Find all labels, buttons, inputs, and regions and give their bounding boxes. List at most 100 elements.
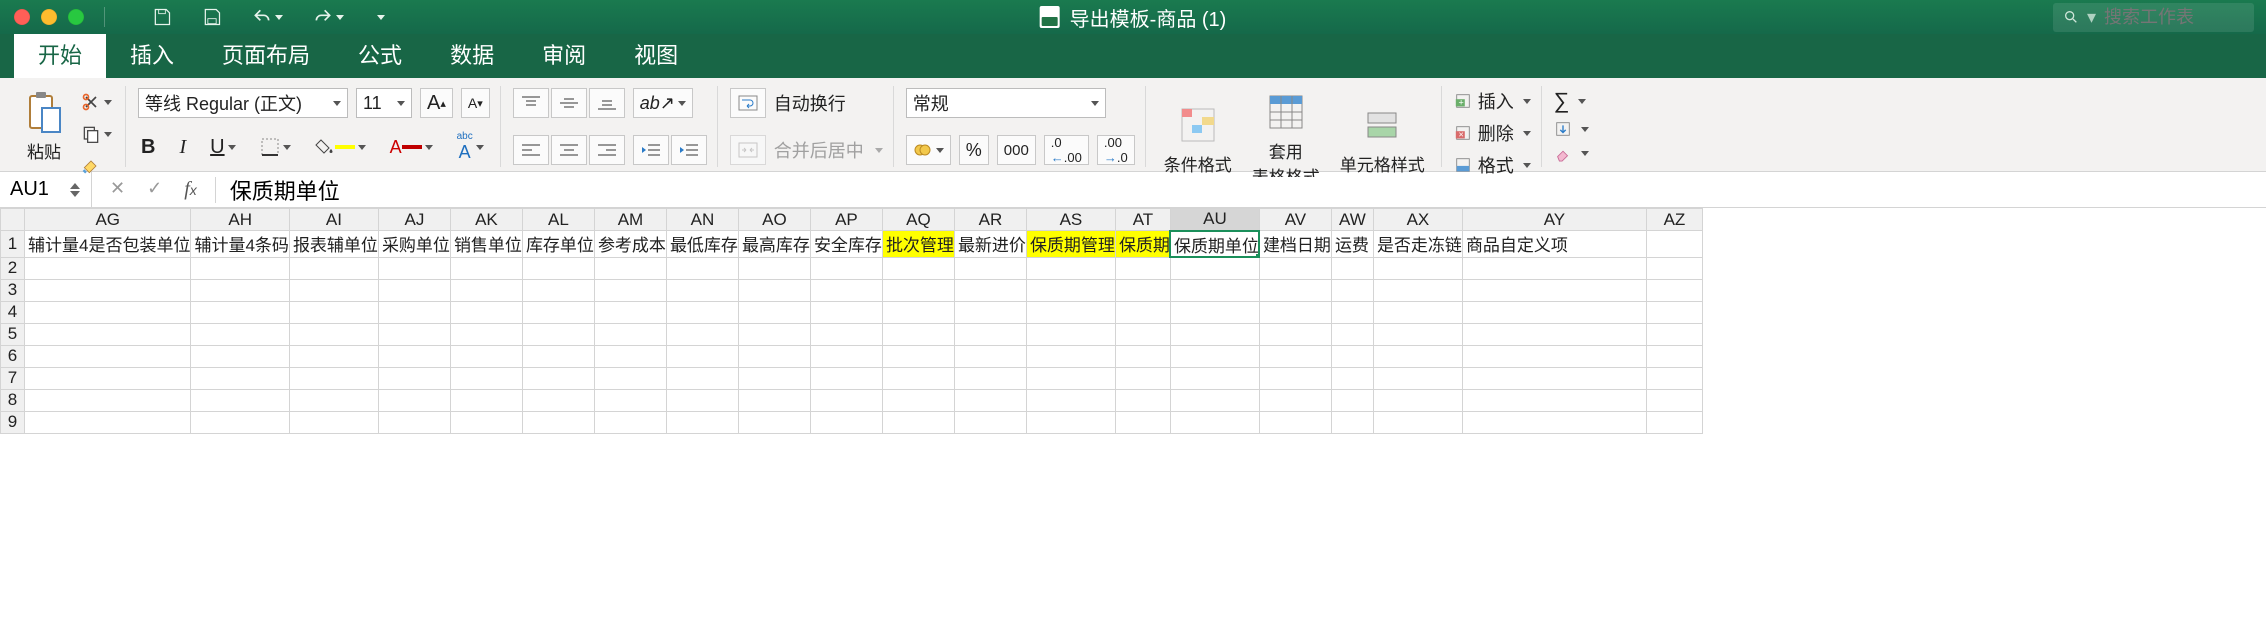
align-middle-button[interactable]	[551, 88, 587, 118]
font-name-combo[interactable]: 等线 Regular (正文)	[138, 88, 348, 118]
decrease-decimal-button[interactable]: .00→.0	[1097, 135, 1135, 165]
cell-AU6[interactable]	[1170, 345, 1259, 367]
spreadsheet-grid[interactable]: AGAHAIAJAKALAMANAOAPAQARASATAUAVAWAXAYAZ…	[0, 208, 2266, 434]
cell-AM6[interactable]	[594, 345, 666, 367]
customize-qat-button[interactable]	[371, 13, 388, 22]
cell-AK8[interactable]	[450, 389, 522, 411]
cell-AQ8[interactable]	[882, 389, 954, 411]
save-button[interactable]	[199, 5, 225, 29]
row-header-3[interactable]: 3	[1, 279, 25, 301]
col-header-AH[interactable]: AH	[191, 209, 289, 231]
col-header-AT[interactable]: AT	[1115, 209, 1170, 231]
cell-AP9[interactable]	[810, 411, 882, 433]
cell-AT4[interactable]	[1115, 301, 1170, 323]
cell-AJ3[interactable]	[378, 279, 450, 301]
cell-AO4[interactable]	[738, 301, 810, 323]
cell-AH2[interactable]	[191, 257, 289, 279]
cell-AY2[interactable]	[1462, 257, 1646, 279]
cell-AJ9[interactable]	[378, 411, 450, 433]
paste-button[interactable]: 粘贴	[18, 88, 70, 165]
cell-AN1[interactable]: 最低库存	[666, 231, 738, 258]
cell-AO8[interactable]	[738, 389, 810, 411]
cell-AW9[interactable]	[1331, 411, 1373, 433]
cell-AO9[interactable]	[738, 411, 810, 433]
tab-插入[interactable]: 插入	[106, 30, 198, 78]
cell-AL6[interactable]	[522, 345, 594, 367]
cell-AP6[interactable]	[810, 345, 882, 367]
cell-AS8[interactable]	[1026, 389, 1115, 411]
cell-AG5[interactable]	[25, 323, 191, 345]
cell-AI2[interactable]	[289, 257, 378, 279]
cell-AW5[interactable]	[1331, 323, 1373, 345]
cell-AS9[interactable]	[1026, 411, 1115, 433]
tab-审阅[interactable]: 审阅	[518, 30, 610, 78]
italic-button[interactable]: I	[176, 134, 189, 161]
cell-AT3[interactable]	[1115, 279, 1170, 301]
decrease-font-button[interactable]: A▾	[461, 88, 490, 118]
insert-function-button[interactable]: fx	[184, 178, 197, 201]
close-window-button[interactable]	[14, 9, 30, 25]
cell-AU2[interactable]	[1170, 257, 1259, 279]
cell-AP4[interactable]	[810, 301, 882, 323]
cell-AL1[interactable]: 库存单位	[522, 231, 594, 258]
cell-AM5[interactable]	[594, 323, 666, 345]
cell-AV8[interactable]	[1259, 389, 1331, 411]
cell-reference-input[interactable]	[0, 178, 70, 201]
cell-AZ4[interactable]	[1646, 301, 1702, 323]
cell-AU3[interactable]	[1170, 279, 1259, 301]
cell-AM7[interactable]	[594, 367, 666, 389]
cell-AR8[interactable]	[954, 389, 1026, 411]
col-header-AG[interactable]: AG	[25, 209, 191, 231]
cell-AV1[interactable]: 建档日期	[1259, 231, 1331, 258]
cell-AO7[interactable]	[738, 367, 810, 389]
cell-AQ1[interactable]: 批次管理	[882, 231, 954, 258]
cell-AN9[interactable]	[666, 411, 738, 433]
cell-AT9[interactable]	[1115, 411, 1170, 433]
row-header-9[interactable]: 9	[1, 411, 25, 433]
cell-AV2[interactable]	[1259, 257, 1331, 279]
cell-AW4[interactable]	[1331, 301, 1373, 323]
cell-AI5[interactable]	[289, 323, 378, 345]
cell-AO1[interactable]: 最高库存	[738, 231, 810, 258]
cell-AR1[interactable]: 最新进价	[954, 231, 1026, 258]
cell-AY1[interactable]: 商品自定义项	[1462, 231, 1646, 258]
col-header-AI[interactable]: AI	[289, 209, 378, 231]
cell-AR4[interactable]	[954, 301, 1026, 323]
col-header-AO[interactable]: AO	[738, 209, 810, 231]
cell-AV7[interactable]	[1259, 367, 1331, 389]
cell-AO6[interactable]	[738, 345, 810, 367]
tab-数据[interactable]: 数据	[426, 30, 518, 78]
cell-AM2[interactable]	[594, 257, 666, 279]
cell-AP2[interactable]	[810, 257, 882, 279]
cell-AU4[interactable]	[1170, 301, 1259, 323]
cell-AH6[interactable]	[191, 345, 289, 367]
cell-AZ8[interactable]	[1646, 389, 1702, 411]
cell-AJ8[interactable]	[378, 389, 450, 411]
cell-AM9[interactable]	[594, 411, 666, 433]
cell-AT6[interactable]	[1115, 345, 1170, 367]
cell-AP7[interactable]	[810, 367, 882, 389]
cut-button[interactable]	[78, 90, 115, 114]
cell-AP8[interactable]	[810, 389, 882, 411]
cell-AY7[interactable]	[1462, 367, 1646, 389]
merge-center-button[interactable]	[730, 135, 766, 165]
cell-AV6[interactable]	[1259, 345, 1331, 367]
col-header-AP[interactable]: AP	[810, 209, 882, 231]
cell-AK7[interactable]	[450, 367, 522, 389]
insert-cells-button[interactable]: +插入	[1454, 88, 1531, 114]
row-header-5[interactable]: 5	[1, 323, 25, 345]
cell-AK9[interactable]	[450, 411, 522, 433]
redo-button[interactable]	[310, 5, 347, 29]
cell-AL3[interactable]	[522, 279, 594, 301]
align-left-button[interactable]	[513, 135, 549, 165]
cell-AN3[interactable]	[666, 279, 738, 301]
col-header-AK[interactable]: AK	[450, 209, 522, 231]
formula-input[interactable]	[216, 177, 2266, 203]
format-cells-button[interactable]: 格式	[1454, 152, 1531, 178]
cell-AG8[interactable]	[25, 389, 191, 411]
cell-AJ5[interactable]	[378, 323, 450, 345]
cell-AW2[interactable]	[1331, 257, 1373, 279]
align-center-button[interactable]	[551, 135, 587, 165]
cell-AZ1[interactable]	[1646, 231, 1702, 258]
underline-button[interactable]: U	[207, 134, 238, 161]
